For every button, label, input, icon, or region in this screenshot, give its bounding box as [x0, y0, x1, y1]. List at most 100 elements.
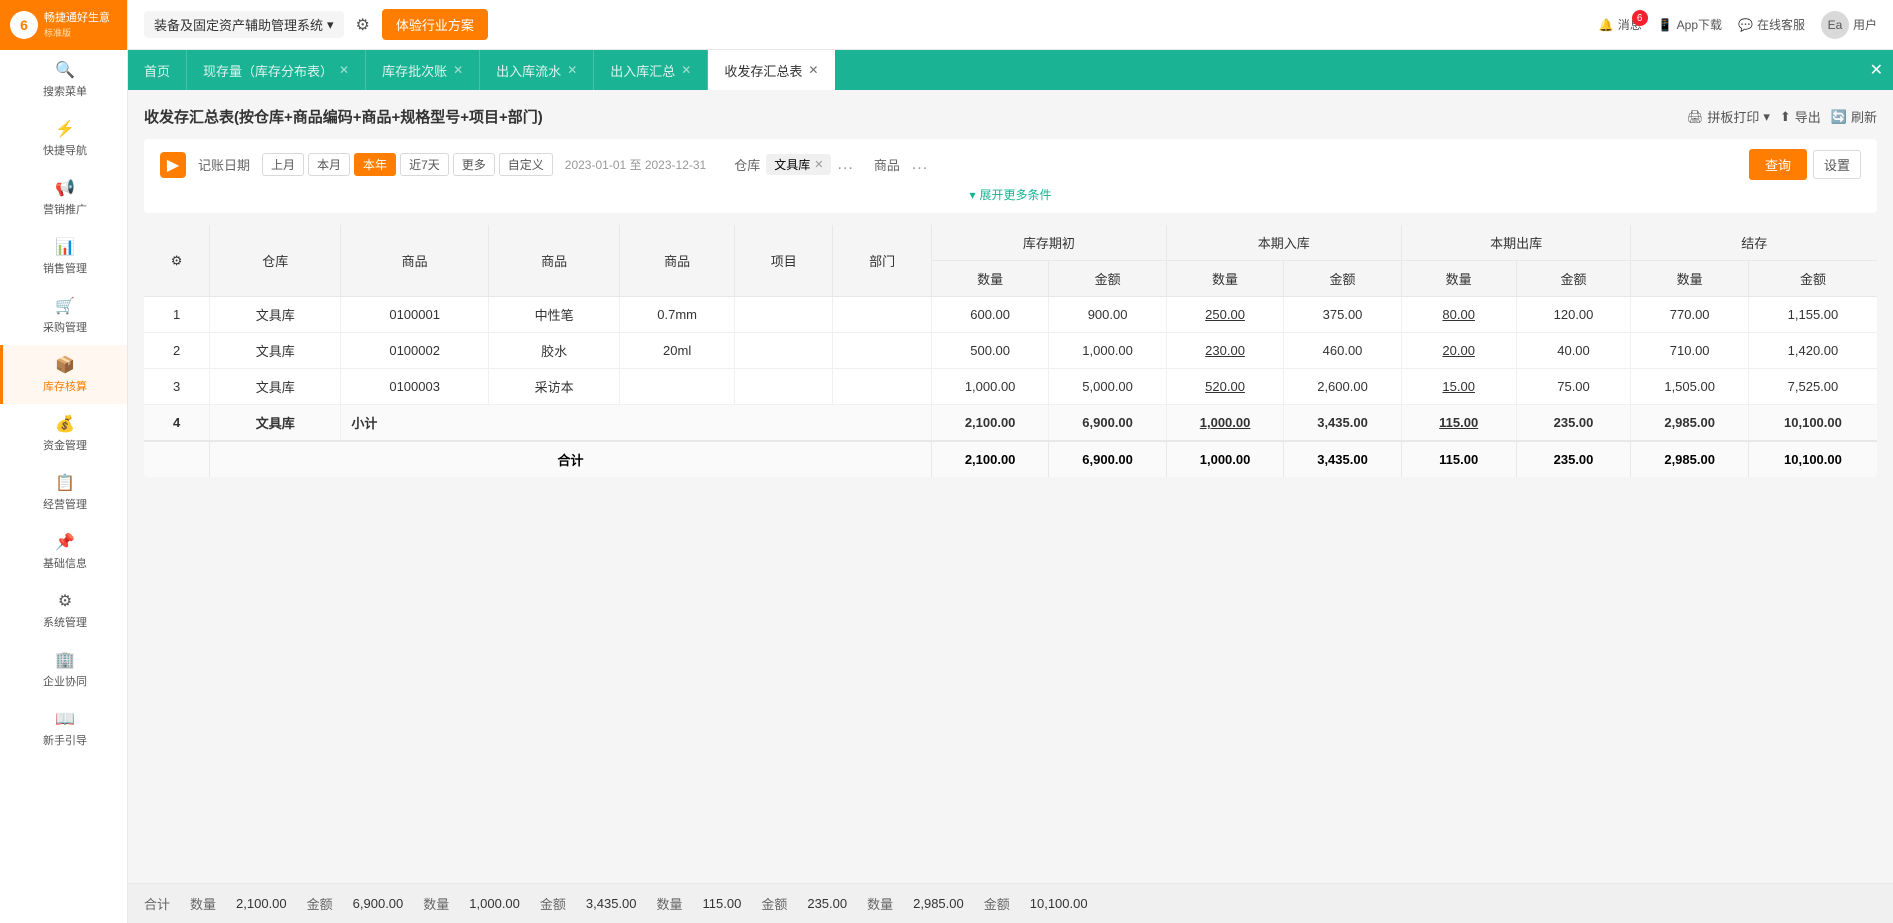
- tab-inout-flow[interactable]: 出入库流水✕: [480, 50, 594, 90]
- cell-out-qty[interactable]: 20.00: [1401, 333, 1516, 369]
- expand-more-button[interactable]: ▾ 展开更多条件: [969, 186, 1051, 203]
- cell-out-amt: 120.00: [1516, 297, 1631, 333]
- tab-home[interactable]: 首页: [128, 50, 187, 90]
- trial-button[interactable]: 体验行业方案: [382, 9, 488, 40]
- chevron-down-icon: ▾: [327, 17, 334, 33]
- th-open-qty: 数量: [931, 261, 1048, 297]
- tab-close-inout-summary[interactable]: ✕: [681, 63, 691, 77]
- filter-bar: ▶ 记账日期 上月本月本年近7天更多自定义 2023-01-01 至 2023-…: [144, 139, 1877, 213]
- subtotal-row: 4 文具库 小计 2,100.00 6,900.00 1,000.00 3,43…: [144, 405, 1877, 442]
- cell-bal-amt: 7,525.00: [1748, 369, 1877, 405]
- tab-batch[interactable]: 库存批次账✕: [366, 50, 480, 90]
- gear-icon[interactable]: ⚙: [356, 15, 370, 35]
- footer-in-qty: 1,000.00: [469, 896, 520, 911]
- sidebar-item-operation[interactable]: 📋经营管理: [0, 463, 127, 522]
- export-button[interactable]: ⬆ 导出: [1780, 107, 1821, 126]
- date-btn-更多[interactable]: 更多: [453, 153, 495, 176]
- warehouse-tag[interactable]: 文具库 ✕: [766, 154, 831, 175]
- cell-name: 中性笔: [488, 297, 619, 333]
- date-btn-本年[interactable]: 本年: [354, 153, 396, 176]
- sidebar-item-purchase[interactable]: 🛒采购管理: [0, 286, 127, 345]
- cell-warehouse: 文具库: [210, 333, 341, 369]
- system-select[interactable]: 装备及固定资产辅助管理系统 ▾: [144, 11, 344, 38]
- cell-in-qty[interactable]: 250.00: [1166, 297, 1283, 333]
- cell-in-qty[interactable]: 230.00: [1166, 333, 1283, 369]
- sidebar-item-enterprise[interactable]: 🏢企业协同: [0, 640, 127, 699]
- finance-icon: 💰: [55, 414, 75, 434]
- filter-row: ▶ 记账日期 上月本月本年近7天更多自定义 2023-01-01 至 2023-…: [160, 149, 1861, 180]
- th-gear[interactable]: ⚙: [144, 225, 210, 297]
- print-button[interactable]: 🖨 拼板打印 ▾: [1687, 107, 1770, 126]
- topbar-right: 🔔 消息 6 📱 App下载 💬 在线客服 Ea 用户: [1599, 11, 1877, 39]
- sidebar-item-search[interactable]: 🔍搜索菜单: [0, 50, 127, 109]
- cell-total-in-amt: 3,435.00: [1284, 441, 1401, 477]
- notification-item[interactable]: 🔔 消息 6: [1599, 16, 1642, 33]
- th-code: 商品: [341, 225, 489, 297]
- sales-icon: 📊: [55, 237, 75, 257]
- user-item[interactable]: Ea 用户: [1821, 11, 1877, 39]
- warehouse-tag-close[interactable]: ✕: [814, 158, 823, 171]
- quick-nav-icon: ⚡: [55, 119, 75, 139]
- warehouse-more-dots[interactable]: ...: [837, 156, 853, 174]
- cell-in-amt: 2,600.00: [1284, 369, 1401, 405]
- cell-spec: 0.7mm: [620, 297, 735, 333]
- cell-in-qty[interactable]: 1,000.00: [1166, 405, 1283, 442]
- guide-icon: 📖: [55, 709, 75, 729]
- tab-close-stock-dist[interactable]: ✕: [339, 63, 349, 77]
- cell-total-in-qty: 1,000.00: [1166, 441, 1283, 477]
- goods-more-dots[interactable]: ...: [912, 156, 928, 174]
- tab-close-batch[interactable]: ✕: [453, 63, 463, 77]
- tab-recv-send[interactable]: 收发存汇总表✕: [708, 50, 835, 90]
- filter-expand-button[interactable]: ▶: [160, 152, 186, 178]
- sidebar-item-guide[interactable]: 📖新手引导: [0, 699, 127, 758]
- cell-total-bal-qty: 2,985.00: [1631, 441, 1748, 477]
- cell-no: 3: [144, 369, 210, 405]
- sidebar-menu: 🔍搜索菜单⚡快捷导航📢营销推广📊销售管理🛒采购管理📦库存核算💰资金管理📋经营管理…: [0, 50, 127, 923]
- sidebar-item-system[interactable]: ⚙系统管理: [0, 581, 127, 640]
- th-warehouse: 仓库: [210, 225, 341, 297]
- topbar: 装备及固定资产辅助管理系统 ▾ ⚙ 体验行业方案 🔔 消息 6 📱 App下载 …: [128, 0, 1893, 50]
- sidebar-item-base-info[interactable]: 📌基础信息: [0, 522, 127, 581]
- cell-no: 1: [144, 297, 210, 333]
- cell-bal-amt: 1,420.00: [1748, 333, 1877, 369]
- sidebar-item-inventory[interactable]: 📦库存核算: [0, 345, 127, 404]
- total-row: 合计 2,100.00 6,900.00 1,000.00 3,435.00 1…: [144, 441, 1877, 477]
- date-btn-本月[interactable]: 本月: [308, 153, 350, 176]
- cell-open-amt: 1,000.00: [1049, 333, 1166, 369]
- cell-in-qty[interactable]: 520.00: [1166, 369, 1283, 405]
- date-btn-上月[interactable]: 上月: [262, 153, 304, 176]
- footer-out-amt: 235.00: [807, 896, 847, 911]
- footer-open-amt: 6,900.00: [353, 896, 404, 911]
- th-bal-amt: 金额: [1748, 261, 1877, 297]
- date-btn-自定义[interactable]: 自定义: [499, 153, 553, 176]
- refresh-button[interactable]: 🔄 刷新: [1831, 107, 1877, 126]
- tab-stock-dist[interactable]: 现存量（库存分布表）✕: [187, 50, 366, 90]
- online-service-item[interactable]: 💬 在线客服: [1738, 16, 1805, 33]
- sidebar-item-sales[interactable]: 📊销售管理: [0, 227, 127, 286]
- sidebar-item-finance[interactable]: 💰资金管理: [0, 404, 127, 463]
- cell-bal-qty: 770.00: [1631, 297, 1748, 333]
- marketing-icon: 📢: [55, 178, 75, 198]
- cell-out-qty[interactable]: 80.00: [1401, 297, 1516, 333]
- sidebar-item-quick-nav[interactable]: ⚡快捷导航: [0, 109, 127, 168]
- warehouse-label: 仓库: [734, 155, 760, 174]
- online-service-label: 在线客服: [1757, 16, 1805, 33]
- cell-open-qty: 2,100.00: [931, 405, 1048, 442]
- cell-open-qty: 500.00: [931, 333, 1048, 369]
- tab-close-recv-send[interactable]: ✕: [808, 63, 818, 77]
- page-content: 收发存汇总表(按仓库+商品编码+商品+规格型号+项目+部门) 🖨 拼板打印 ▾ …: [128, 90, 1893, 883]
- date-btn-近7天[interactable]: 近7天: [400, 153, 449, 176]
- table-row: 2 文具库 0100002 胶水 20ml 500.00 1,000.00 23…: [144, 333, 1877, 369]
- cell-out-qty[interactable]: 115.00: [1401, 405, 1516, 442]
- tab-inout-summary[interactable]: 出入库汇总✕: [594, 50, 708, 90]
- app-download-item[interactable]: 📱 App下载: [1658, 16, 1722, 33]
- sidebar-item-marketing[interactable]: 📢营销推广: [0, 168, 127, 227]
- cell-open-amt: 5,000.00: [1049, 369, 1166, 405]
- query-button[interactable]: 查询: [1749, 149, 1807, 180]
- tab-close-inout-flow[interactable]: ✕: [567, 63, 577, 77]
- cell-out-qty[interactable]: 15.00: [1401, 369, 1516, 405]
- close-all-tabs-button[interactable]: ✕: [1870, 60, 1883, 80]
- system-title: 装备及固定资产辅助管理系统: [154, 15, 323, 34]
- expand-more-row: ▾ 展开更多条件: [160, 180, 1861, 203]
- settings-button[interactable]: 设置: [1813, 150, 1861, 179]
